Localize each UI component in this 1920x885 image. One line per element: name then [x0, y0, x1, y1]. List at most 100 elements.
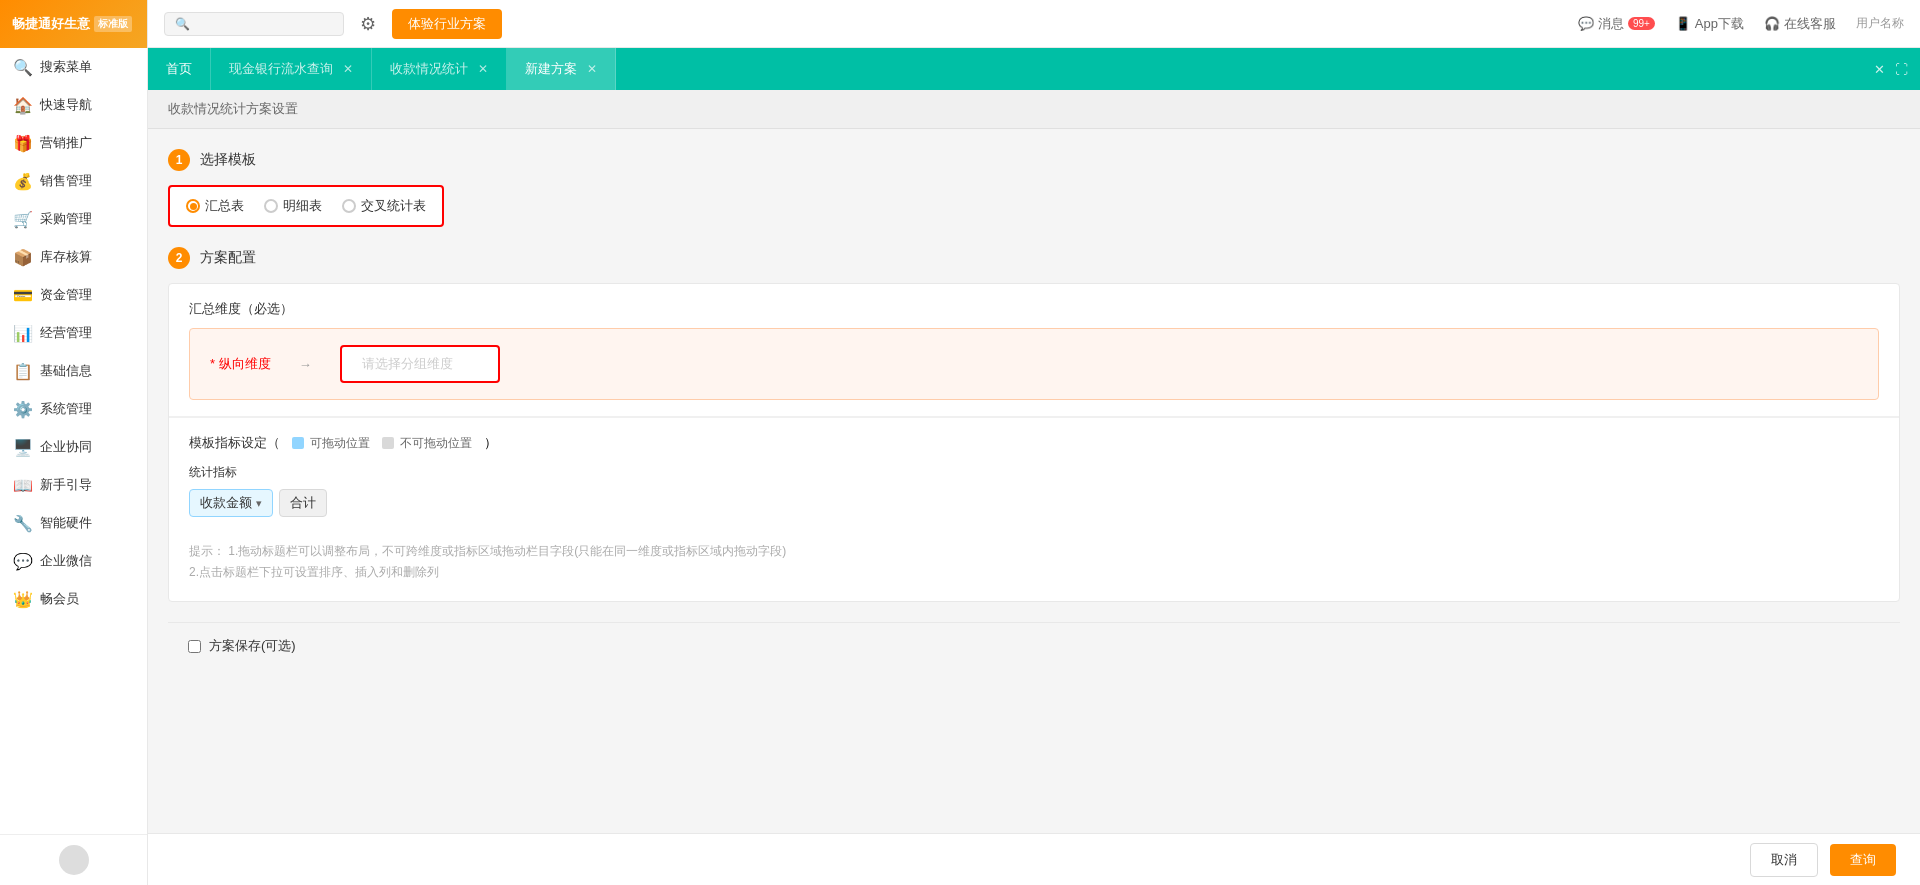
- sidebar-item-enterprise[interactable]: 🖥️ 企业协同: [0, 428, 147, 466]
- sidebar-logo-text: 畅捷通好生意: [12, 15, 90, 33]
- tab-close-icon[interactable]: ✕: [478, 62, 488, 76]
- sidebar-item-search-menu[interactable]: 🔍 搜索菜单: [0, 48, 147, 86]
- save-label: 方案保存(可选): [209, 637, 296, 655]
- sidebar-item-purchase[interactable]: 🛒 采购管理: [0, 200, 147, 238]
- sidebar-item-label: 经营管理: [40, 324, 92, 342]
- sidebar-bottom: [0, 834, 147, 885]
- metrics-group-label: 统计指标: [189, 464, 1879, 481]
- sidebar-item-quick-nav[interactable]: 🏠 快速导航: [0, 86, 147, 124]
- sidebar-item-label: 新手引导: [40, 476, 92, 494]
- step2-section: 2 方案配置 汇总维度（必选） * 纵向维度 → 请选择分组维度: [168, 247, 1900, 602]
- sidebar-item-inventory[interactable]: 📦 库存核算: [0, 238, 147, 276]
- breadcrumb-text: 收款情况统计方案设置: [168, 101, 298, 116]
- footer-bar: 取消 查询: [148, 833, 1920, 885]
- clipboard-icon: 📋: [14, 362, 32, 380]
- headset-icon: 🎧: [1764, 16, 1780, 31]
- tab-close-icon[interactable]: ✕: [587, 62, 597, 76]
- tool-icon: 🔧: [14, 514, 32, 532]
- monitor-icon: 🖥️: [14, 438, 32, 456]
- sidebar-item-member[interactable]: 👑 畅会员: [0, 580, 147, 618]
- metrics-tag-receipt-amount[interactable]: 收款金额 ▾: [189, 489, 273, 517]
- page-wrapper: 收款情况统计方案设置 1 选择模板 汇总表: [148, 90, 1920, 833]
- notification-button[interactable]: 💬 消息 99+: [1578, 15, 1655, 33]
- save-section: 方案保存(可选): [168, 622, 1900, 669]
- template-option-detail[interactable]: 明细表: [264, 197, 322, 215]
- metrics-label-end: ）: [484, 434, 497, 452]
- tab-new-plan[interactable]: 新建方案 ✕: [507, 48, 616, 90]
- online-service-button[interactable]: 🎧 在线客服: [1764, 15, 1836, 33]
- step1-header: 1 选择模板: [168, 149, 1900, 171]
- sidebar-item-wechat[interactable]: 💬 企业微信: [0, 542, 147, 580]
- cancel-button[interactable]: 取消: [1750, 843, 1818, 877]
- template-option-cross[interactable]: 交叉统计表: [342, 197, 426, 215]
- tab-new-plan-label: 新建方案: [525, 60, 577, 78]
- sidebar-item-marketing[interactable]: 🎁 营销推广: [0, 124, 147, 162]
- query-button[interactable]: 查询: [1830, 844, 1896, 876]
- fixed-dot: [382, 437, 394, 449]
- tips-area: 提示： 1.拖动标题栏可以调整布局，不可跨维度或指标区域拖动栏目字段(只能在同一…: [169, 533, 1899, 601]
- tab-bank-flow[interactable]: 现金银行流水查询 ✕: [211, 48, 372, 90]
- search-icon: 🔍: [14, 58, 32, 76]
- gear-icon: ⚙️: [14, 400, 32, 418]
- avatar[interactable]: [59, 845, 89, 875]
- sidebar-logo: 畅捷通好生意 标准版: [0, 0, 147, 48]
- dimension-select[interactable]: 请选择分组维度: [340, 345, 500, 383]
- sidebar-item-label: 系统管理: [40, 400, 92, 418]
- step2-number: 2: [168, 247, 190, 269]
- sidebar-item-label: 销售管理: [40, 172, 92, 190]
- topbar-search-box[interactable]: 🔍: [164, 12, 344, 36]
- tab-home[interactable]: 首页: [148, 48, 211, 90]
- config-section: 汇总维度（必选） * 纵向维度 → 请选择分组维度: [168, 283, 1900, 602]
- sidebar-item-label: 企业协同: [40, 438, 92, 456]
- notification-badge: 99+: [1628, 17, 1655, 30]
- card-icon: 💳: [14, 286, 32, 304]
- topbar-right: 💬 消息 99+ 📱 App下载 🎧 在线客服 用户名称: [1578, 15, 1904, 33]
- sidebar-item-finance[interactable]: 💳 资金管理: [0, 276, 147, 314]
- expand-icon[interactable]: ⛶: [1895, 62, 1908, 77]
- tab-receipt-stats[interactable]: 收款情况统计 ✕: [372, 48, 507, 90]
- chevron-down-icon: ▾: [256, 497, 262, 510]
- chat-icon: 💬: [14, 552, 32, 570]
- sidebar-logo-tag: 标准版: [94, 16, 132, 32]
- sidebar-item-sales[interactable]: 💰 销售管理: [0, 162, 147, 200]
- close-window-icon[interactable]: ✕: [1874, 62, 1885, 77]
- step1-number: 1: [168, 149, 190, 171]
- tab-bank-flow-label: 现金银行流水查询: [229, 60, 333, 78]
- fixed-label: 不可拖动位置: [400, 435, 472, 452]
- sidebar-item-label: 快速导航: [40, 96, 92, 114]
- template-selector: 汇总表 明细表 交叉统计表: [168, 185, 444, 227]
- draggable-toggle: 可拖动位置: [292, 435, 370, 452]
- sidebar-item-label: 企业微信: [40, 552, 92, 570]
- content-area: 收款情况统计方案设置 1 选择模板 汇总表: [148, 90, 1920, 833]
- sidebar-item-label: 基础信息: [40, 362, 92, 380]
- sidebar-item-guide[interactable]: 📖 新手引导: [0, 466, 147, 504]
- save-checkbox[interactable]: [188, 640, 201, 653]
- metrics-area: 模板指标设定（ 可拖动位置 不可拖动位置 ）: [169, 418, 1899, 533]
- metrics-header: 模板指标设定（ 可拖动位置 不可拖动位置 ）: [189, 434, 1879, 452]
- tabbar-actions: ✕ ⛶: [1862, 48, 1920, 90]
- dimension-area: 汇总维度（必选） * 纵向维度 → 请选择分组维度: [169, 284, 1899, 417]
- sidebar-item-label: 采购管理: [40, 210, 92, 228]
- radio-circle-detail: [264, 199, 278, 213]
- money-icon: 💰: [14, 172, 32, 190]
- template-option-summary[interactable]: 汇总表: [186, 197, 244, 215]
- step2-title: 方案配置: [200, 249, 256, 267]
- tag-label: 合计: [290, 495, 316, 510]
- sidebar-item-system[interactable]: ⚙️ 系统管理: [0, 390, 147, 428]
- box-icon: 📦: [14, 248, 32, 266]
- app-download-button[interactable]: 📱 App下载: [1675, 15, 1744, 33]
- sidebar-item-operations[interactable]: 📊 经营管理: [0, 314, 147, 352]
- draggable-label: 可拖动位置: [310, 435, 370, 452]
- sidebar-item-label: 营销推广: [40, 134, 92, 152]
- settings-icon[interactable]: ⚙: [360, 13, 376, 35]
- metrics-tag-total[interactable]: 合计: [279, 489, 327, 517]
- tab-close-icon[interactable]: ✕: [343, 62, 353, 76]
- phone-icon: 📱: [1675, 16, 1691, 31]
- chart-icon: 📊: [14, 324, 32, 342]
- sidebar-item-hardware[interactable]: 🔧 智能硬件: [0, 504, 147, 542]
- radio-circle-cross: [342, 199, 356, 213]
- download-label: App下载: [1695, 15, 1744, 33]
- industry-plan-button[interactable]: 体验行业方案: [392, 9, 502, 39]
- sidebar-item-basic-info[interactable]: 📋 基础信息: [0, 352, 147, 390]
- row-dimension-label: * 纵向维度: [210, 355, 271, 373]
